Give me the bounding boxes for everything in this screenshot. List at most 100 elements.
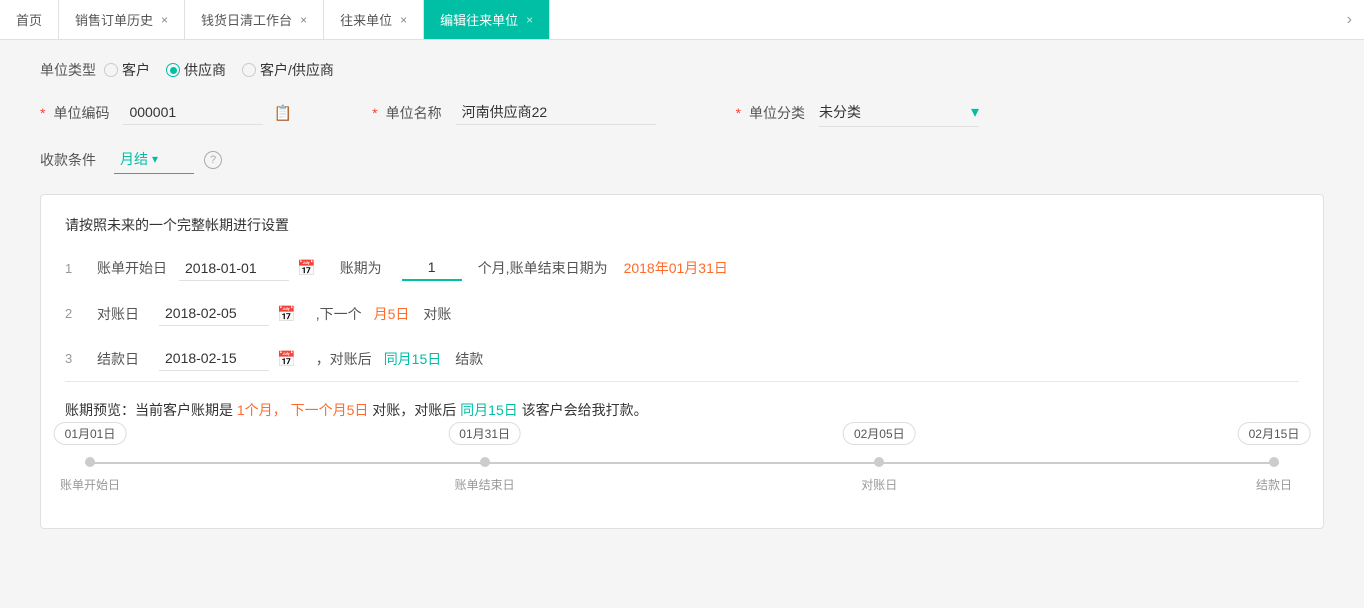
period-row-1: 1 账单开始日 📅 账期为 个月,账单结束日期为 2018年01月31日: [65, 255, 1299, 281]
unit-code-input[interactable]: [123, 100, 263, 125]
timeline-sublabel-4: 结款日: [1256, 476, 1292, 493]
tab-close-edit-partner[interactable]: ×: [526, 13, 533, 27]
timeline-nodes: 01月01日 账单开始日 01月31日 账单结束日 02月05日 对账: [85, 444, 1279, 467]
preview-suffix: 该客户会给我打款。: [522, 402, 648, 418]
collect-row: 收款条件 月结 ▾ ?: [40, 145, 1324, 174]
date-wrap-2: 📅: [159, 301, 296, 326]
help-icon[interactable]: ?: [204, 151, 222, 169]
period-label-2: 对账日: [97, 304, 147, 324]
period-num-1: 1: [65, 261, 85, 276]
timeline-dot-3: [874, 457, 884, 467]
period-row-2: 2 对账日 📅 ,下一个 月5日 对账: [65, 301, 1299, 326]
unit-name-input[interactable]: [456, 100, 656, 125]
calendar-icon-2[interactable]: 📅: [277, 305, 296, 323]
tab-sales-history[interactable]: 销售订单历史 ×: [59, 0, 185, 39]
preview-part1: 1个月，: [237, 402, 287, 418]
period-num-3: 3: [65, 351, 85, 366]
period-desc-prefix-3: ，对账后: [316, 349, 372, 369]
unit-category-group: * 单位分类 未分类 ▾: [736, 98, 979, 127]
radio-label-customer: 客户: [122, 60, 150, 80]
unit-code-star: *: [40, 105, 45, 121]
timeline-label-3: 02月05日: [843, 422, 916, 445]
collect-select[interactable]: 月结 ▾: [114, 145, 194, 174]
radio-circle-customer: [104, 63, 118, 77]
timeline-dot-1: [85, 457, 95, 467]
unit-category-arrow-icon: ▾: [971, 102, 979, 122]
tab-close-partner-unit[interactable]: ×: [400, 13, 407, 27]
calendar-icon-3[interactable]: 📅: [277, 350, 296, 368]
radio-both[interactable]: 客户/供应商: [242, 60, 334, 80]
date-input-2[interactable]: [159, 301, 269, 326]
calendar-icon-1[interactable]: 📅: [297, 259, 316, 277]
unit-code-calendar-icon[interactable]: 📋: [273, 104, 292, 122]
timeline-label-2: 01月31日: [448, 422, 521, 445]
unit-type-label: 单位类型: [40, 60, 96, 80]
tab-more-button[interactable]: ›: [1335, 0, 1364, 39]
date-input-1[interactable]: [179, 256, 289, 281]
timeline-sublabel-2: 账单结束日: [455, 476, 515, 493]
unit-name-group: * 单位名称: [372, 100, 655, 125]
unit-type-row: 单位类型 客户 供应商 客户/供应商: [40, 60, 1324, 80]
tab-home[interactable]: 首页: [0, 0, 59, 39]
timeline-label-1: 01月01日: [54, 422, 127, 445]
date-input-3[interactable]: [159, 346, 269, 371]
preview-text: 账期预览：当前客户账期是 1个月， 下一个月5日 对账，对账后 同月15日 该客…: [65, 400, 1299, 420]
radio-circle-both: [242, 63, 256, 77]
timeline: 01月01日 账单开始日 01月31日 账单结束日 02月05日 对账: [65, 444, 1299, 504]
period-card: 请按照未来的一个完整帐期进行设置 1 账单开始日 📅 账期为 个月,账单结束日期…: [40, 194, 1324, 529]
period-num-2: 2: [65, 306, 85, 321]
timeline-dot-4: [1269, 457, 1279, 467]
unit-category-star: *: [736, 105, 741, 121]
radio-customer[interactable]: 客户: [104, 60, 150, 80]
radio-circle-supplier: [166, 63, 180, 77]
period-highlight-3: 同月15日: [384, 349, 442, 369]
timeline-track: 01月01日 账单开始日 01月31日 账单结束日 02月05日 对账: [85, 444, 1279, 504]
unit-name-star: *: [372, 105, 377, 121]
timeline-node-4: 02月15日 结款日: [1269, 444, 1279, 467]
unit-category-value: 未分类: [819, 102, 967, 122]
radio-supplier[interactable]: 供应商: [166, 60, 226, 80]
tab-close-sales-history[interactable]: ×: [161, 13, 168, 27]
period-highlight-1: 2018年01月31日: [624, 258, 728, 278]
tab-bar: 首页 销售订单历史 × 钱货日清工作台 × 往来单位 × 编辑往来单位 × ›: [0, 0, 1364, 40]
preview-part3: 同月15日: [460, 402, 518, 418]
timeline-sublabel-1: 账单开始日: [60, 476, 120, 493]
timeline-node-3: 02月05日 对账日: [874, 444, 884, 467]
preview-middle: 对账，对账后: [372, 402, 456, 418]
main-content: 单位类型 客户 供应商 客户/供应商 * 单位编码 📋 * 单位名称: [0, 40, 1364, 608]
tab-edit-partner[interactable]: 编辑往来单位 ×: [424, 0, 550, 39]
period-hint: 请按照未来的一个完整帐期进行设置: [65, 215, 1299, 235]
unit-name-label: 单位名称: [386, 103, 442, 123]
period-row-3: 3 结款日 📅 ，对账后 同月15日 结款: [65, 346, 1299, 371]
timeline-label-4: 02月15日: [1238, 422, 1311, 445]
collect-arrow-icon: ▾: [152, 152, 158, 166]
collect-label: 收款条件: [40, 150, 96, 170]
collect-value: 月结: [120, 149, 148, 169]
tab-partner-unit[interactable]: 往来单位 ×: [324, 0, 424, 39]
unit-category-select[interactable]: 未分类 ▾: [819, 98, 979, 127]
period-label-1: 账单开始日: [97, 258, 167, 278]
period-desc-suffix-1: 个月,账单结束日期为: [478, 258, 608, 278]
unit-category-label: 单位分类: [749, 103, 805, 123]
timeline-node-1: 01月01日 账单开始日: [85, 444, 95, 467]
tab-close-cash-work[interactable]: ×: [300, 13, 307, 27]
preview-prefix: 账期预览：当前客户账期是: [65, 402, 233, 418]
unit-fields-row: * 单位编码 📋 * 单位名称 * 单位分类 未分类 ▾: [40, 98, 1324, 127]
date-wrap-3: 📅: [159, 346, 296, 371]
period-desc-prefix-1: 账期为: [340, 258, 382, 278]
radio-label-supplier: 供应商: [184, 60, 226, 80]
preview-part2: 下一个月5日: [291, 402, 369, 418]
timeline-sublabel-3: 对账日: [861, 476, 897, 493]
unit-code-label: 单位编码: [53, 103, 109, 123]
timeline-node-2: 01月31日 账单结束日: [480, 444, 490, 467]
tab-cash-work[interactable]: 钱货日清工作台 ×: [185, 0, 324, 39]
date-wrap-1: 📅: [179, 256, 316, 281]
period-desc-suffix-3: 结款: [455, 349, 483, 369]
unit-code-group: * 单位编码 📋: [40, 100, 292, 125]
period-desc-suffix-2: 对账: [423, 304, 451, 324]
unit-type-radio-group: 客户 供应商 客户/供应商: [104, 60, 334, 80]
timeline-dot-2: [480, 457, 490, 467]
radio-label-both: 客户/供应商: [260, 60, 334, 80]
period-label-3: 结款日: [97, 349, 147, 369]
month-input[interactable]: [402, 255, 462, 281]
